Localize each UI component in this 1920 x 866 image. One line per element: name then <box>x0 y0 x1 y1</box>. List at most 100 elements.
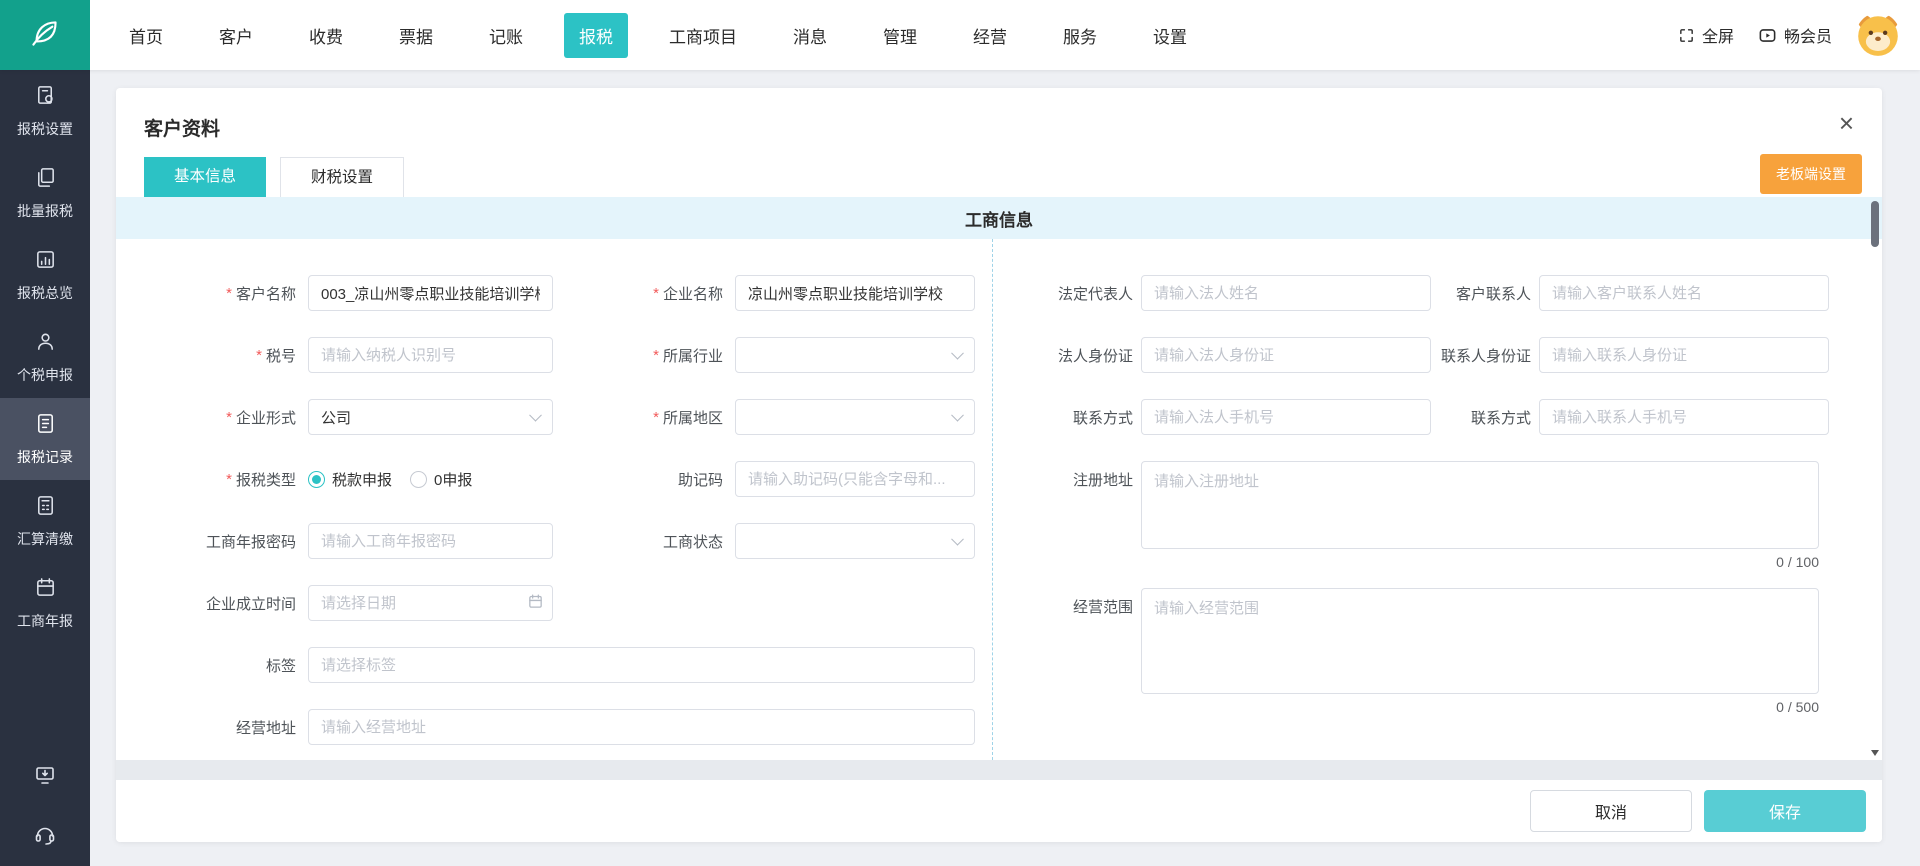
nav-item-operations[interactable]: 经营 <box>958 13 1022 58</box>
nav-right-utilities: 全屏 畅会员 <box>1678 13 1900 57</box>
sidebar-item-label: 报税设置 <box>17 120 73 137</box>
radio-zero-declaration-label[interactable]: 0申报 <box>434 469 472 490</box>
close-icon[interactable]: × <box>1839 110 1854 136</box>
form-scroll-region: 工商信息 * 客户名称 * 企业名称 <box>116 197 1882 760</box>
legal-person-label: 法定代表人 <box>1057 285 1133 303</box>
sidebar-item-final-settlement[interactable]: 汇算清缴 <box>0 480 90 562</box>
registered-address-label: 注册地址 <box>1072 471 1133 489</box>
download-client-icon[interactable] <box>33 764 57 793</box>
annual-password-input[interactable] <box>308 523 553 559</box>
field-row: 注册地址 0 / 100 <box>1023 461 1882 570</box>
legal-id-input[interactable] <box>1141 337 1431 373</box>
industry-label: * 所属行业 <box>653 346 723 365</box>
tab-basic-info[interactable]: 基本信息 <box>144 157 267 197</box>
nav-item-management[interactable]: 管理 <box>868 13 932 58</box>
contact-id-input[interactable] <box>1539 337 1829 373</box>
chevron-down-icon <box>951 408 964 422</box>
nav-item-business-projects[interactable]: 工商项目 <box>654 13 752 58</box>
sidebar-item-label: 汇算清缴 <box>17 530 73 547</box>
sidebar-item-personal-tax[interactable]: 个税申报 <box>0 316 90 398</box>
sidebar-item-label: 报税记录 <box>17 448 73 465</box>
annual-report-icon <box>34 576 57 602</box>
fullscreen-button[interactable]: 全屏 <box>1678 23 1734 47</box>
contact-phone-input[interactable] <box>1539 399 1829 435</box>
contact-person-label: 客户联系人 <box>1455 285 1531 303</box>
business-status-select[interactable] <box>735 523 975 559</box>
batch-tax-icon <box>34 166 57 192</box>
support-headset-icon[interactable] <box>33 823 57 852</box>
final-settlement-icon <box>34 494 57 520</box>
business-scope-label: 经营范围 <box>1072 598 1133 616</box>
nav-item-billing[interactable]: 收费 <box>294 13 358 58</box>
sidebar-item-tax-records[interactable]: 报税记录 <box>0 398 90 480</box>
region-select[interactable] <box>735 399 975 435</box>
nav-item-customers[interactable]: 客户 <box>204 13 268 58</box>
business-address-input[interactable] <box>308 709 975 745</box>
company-form-select[interactable]: 公司 <box>308 399 553 435</box>
user-avatar[interactable] <box>1856 13 1900 57</box>
left-sidebar: 报税设置 批量报税 报税总览 个税申报 报税记录 汇算清缴 工商年报 <box>0 70 90 866</box>
sidebar-item-tax-overview[interactable]: 报税总览 <box>0 234 90 316</box>
legal-person-input[interactable] <box>1141 275 1431 311</box>
tax-type-radio-group: 税款申报 0申报 <box>308 469 553 490</box>
contact-person-input[interactable] <box>1539 275 1829 311</box>
vertical-scrollbar[interactable] <box>1871 201 1879 756</box>
fullscreen-icon <box>1678 27 1695 44</box>
personal-tax-icon <box>34 330 57 356</box>
radio-tax-declaration-label[interactable]: 税款申报 <box>332 469 392 490</box>
company-name-input[interactable] <box>735 275 975 311</box>
save-button[interactable]: 保存 <box>1704 790 1866 832</box>
sidebar-item-tax-settings[interactable]: 报税设置 <box>0 70 90 152</box>
mnemonic-input[interactable] <box>735 461 975 497</box>
nav-item-tax[interactable]: 报税 <box>564 12 628 58</box>
scrollbar-thumb[interactable] <box>1871 201 1879 247</box>
tags-input[interactable] <box>308 647 975 683</box>
annual-password-label: 工商年报密码 <box>205 533 296 551</box>
radio-zero-declaration[interactable] <box>410 470 428 488</box>
required-mark: * <box>226 284 232 302</box>
sidebar-item-label: 报税总览 <box>17 284 73 301</box>
nav-item-services[interactable]: 服务 <box>1048 13 1112 58</box>
registered-address-textarea[interactable] <box>1141 461 1819 549</box>
established-date-input[interactable] <box>308 585 553 621</box>
chevron-down-icon <box>951 532 964 546</box>
established-date-picker[interactable] <box>308 585 553 621</box>
tax-no-label: * 税号 <box>256 346 296 365</box>
industry-select[interactable] <box>735 337 975 373</box>
top-navigation: 首页 客户 收费 票据 记账 报税 工商项目 消息 管理 经营 服务 设置 全屏 <box>0 0 1920 70</box>
required-mark: * <box>256 346 262 364</box>
legal-id-label: 法人身份证 <box>1057 347 1133 365</box>
field-row: 企业成立时间 <box>116 585 992 621</box>
sidebar-item-annual-report[interactable]: 工商年报 <box>0 562 90 644</box>
nav-item-messages[interactable]: 消息 <box>778 13 842 58</box>
tab-finance-tax-settings[interactable]: 财税设置 <box>280 157 405 197</box>
sidebar-item-label: 批量报税 <box>17 202 73 219</box>
form-left-half: * 客户名称 * 企业名称 * <box>116 239 992 760</box>
sidebar-item-batch-tax[interactable]: 批量报税 <box>0 152 90 234</box>
main-menu: 首页 客户 收费 票据 记账 报税 工商项目 消息 管理 经营 服务 设置 <box>114 12 1202 58</box>
business-address-label: 经营地址 <box>235 719 296 737</box>
legal-phone-input[interactable] <box>1141 399 1431 435</box>
contact-id-label: 联系人身份证 <box>1440 347 1531 365</box>
nav-item-home[interactable]: 首页 <box>114 13 178 58</box>
sidebar-bottom-tools <box>0 764 90 852</box>
scrollbar-down-arrow-icon[interactable] <box>1871 744 1879 756</box>
required-mark: * <box>226 408 232 426</box>
customer-name-input[interactable] <box>308 275 553 311</box>
registered-address-counter: 0 / 100 <box>1776 554 1819 570</box>
business-scope-textarea[interactable] <box>1141 588 1819 694</box>
cancel-button[interactable]: 取消 <box>1530 790 1692 832</box>
tax-no-input[interactable] <box>308 337 553 373</box>
member-label: 畅会员 <box>1783 29 1832 46</box>
customer-name-label: * 客户名称 <box>226 284 296 303</box>
required-mark: * <box>226 470 232 488</box>
nav-item-invoices[interactable]: 票据 <box>384 13 448 58</box>
main-content: 客户资料 × 基本信息 财税设置 老板端设置 工商信息 * 客户名称 003_凉… <box>90 70 1920 866</box>
nav-item-bookkeeping[interactable]: 记账 <box>474 13 538 58</box>
tags-label: 标签 <box>265 657 296 675</box>
member-button[interactable]: 畅会员 <box>1758 23 1832 47</box>
radio-tax-declaration[interactable] <box>308 470 325 488</box>
field-row: 标签 <box>116 647 992 683</box>
boss-settings-button[interactable]: 老板端设置 <box>1760 154 1862 194</box>
nav-item-settings[interactable]: 设置 <box>1138 13 1202 58</box>
